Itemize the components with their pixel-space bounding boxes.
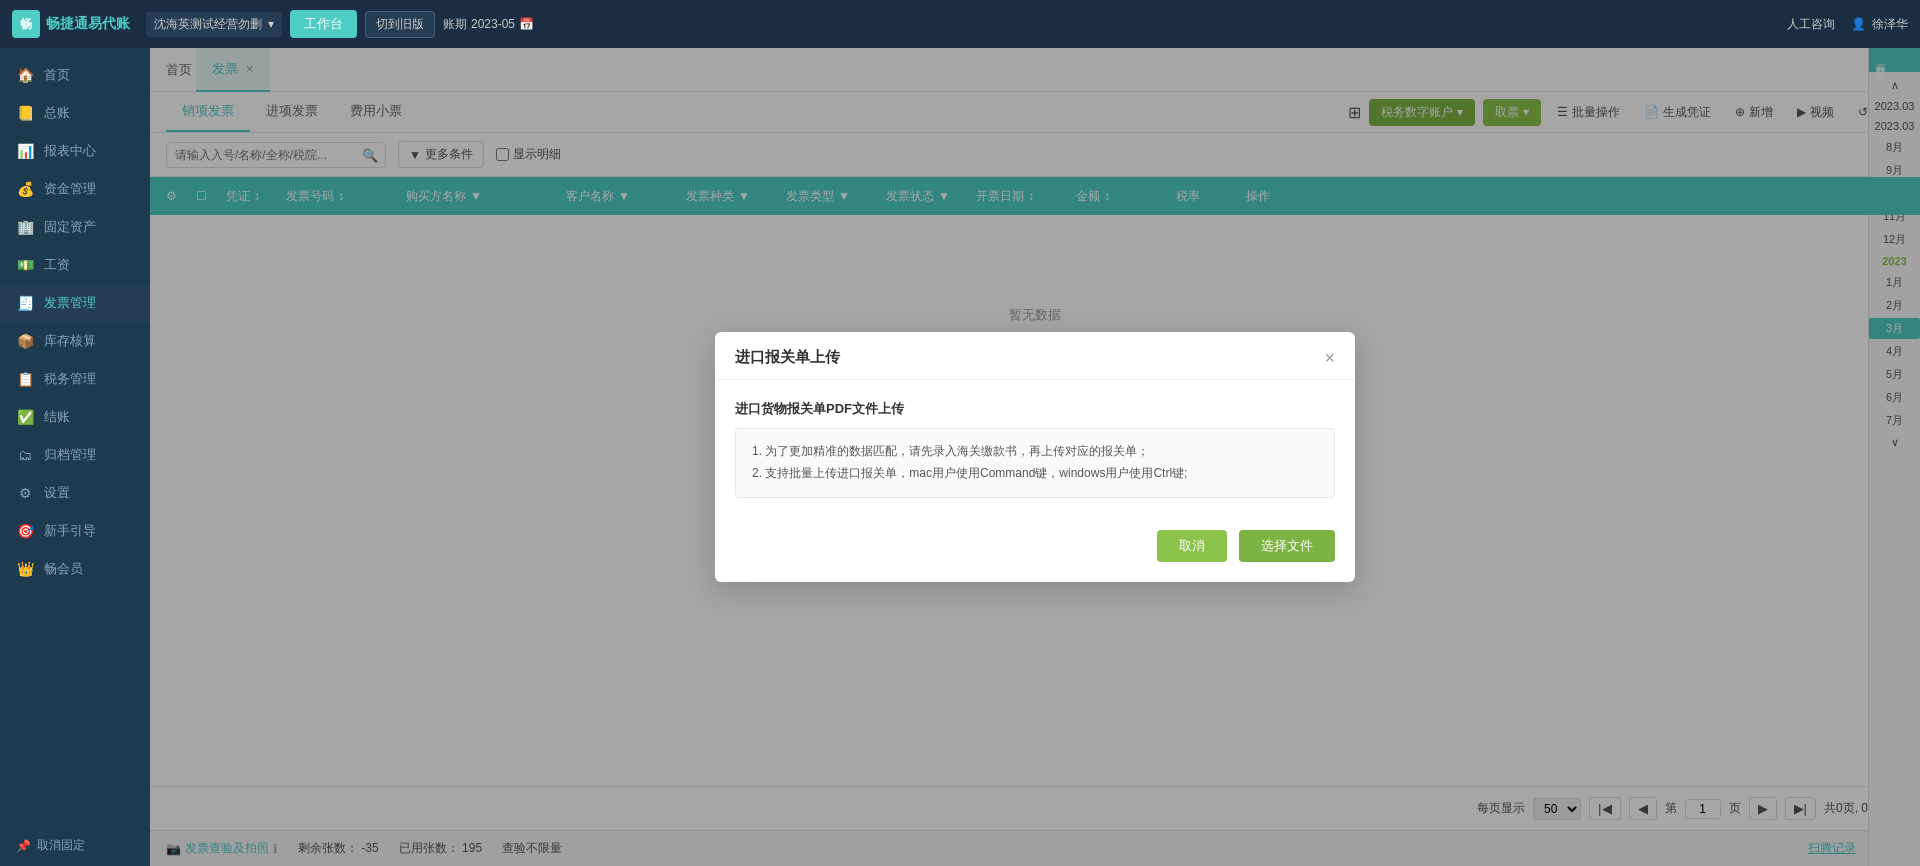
sidebar-item-guide[interactable]: 🎯 新手引导 [0,512,150,550]
sidebar-item-closing-label: 结账 [44,408,70,426]
cancel-fixed-label: 取消固定 [37,837,85,854]
modal-footer: 取消 选择文件 [715,518,1355,582]
calendar-icon: 📅 [519,17,534,31]
sidebar-item-vip-label: 畅会员 [44,560,83,578]
app-logo-icon: 畅 [12,10,40,38]
invoice-icon: 🧾 [16,295,34,311]
modal-body: 进口货物报关单PDF文件上传 1. 为了更加精准的数据匹配，请先录入海关缴款书，… [715,380,1355,517]
modal-section-title: 进口货物报关单PDF文件上传 [735,400,1335,418]
sidebar-item-reports-label: 报表中心 [44,142,96,160]
sidebar-item-archive-label: 归档管理 [44,446,96,464]
sidebar-item-ledger[interactable]: 📒 总账 [0,94,150,132]
user-name: 徐泽华 [1872,16,1908,33]
modal-info-item-2: 2. 支持批量上传进口报关单，mac用户使用Command键，windows用户… [752,463,1318,485]
sidebar-item-guide-label: 新手引导 [44,522,96,540]
sidebar-item-inventory[interactable]: 📦 库存核算 [0,322,150,360]
sidebar-item-inventory-label: 库存核算 [44,332,96,350]
sidebar-item-closing[interactable]: ✅ 结账 [0,398,150,436]
period-value: 2023-05 [471,17,515,31]
app-container: 畅 畅捷通易代账 沈海英测试经营勿删 ▾ 工作台 切到旧版 账期 2023-05… [0,0,1920,866]
tax-icon: 📋 [16,371,34,387]
modal-info-item-1: 1. 为了更加精准的数据匹配，请先录入海关缴款书，再上传对应的报关单； [752,441,1318,463]
content-area: 首页 发票 × 销项发票 进项发票 费用小票 ⊞ [150,48,1920,866]
sidebar-item-tax[interactable]: 📋 税务管理 [0,360,150,398]
sidebar-item-assets[interactable]: 🏢 固定资产 [0,208,150,246]
app-logo-text: 畅捷通易代账 [46,15,130,33]
sidebar-item-settings-label: 设置 [44,484,70,502]
ledger-icon: 📒 [16,105,34,121]
sidebar: 🏠 首页 📒 总账 📊 报表中心 💰 资金管理 🏢 固定资产 💵 工资 [0,48,150,866]
modal-select-file-button[interactable]: 选择文件 [1239,530,1335,562]
sidebar-item-reports[interactable]: 📊 报表中心 [0,132,150,170]
sidebar-item-funds[interactable]: 💰 资金管理 [0,170,150,208]
modal-title: 进口报关单上传 [735,348,840,367]
cancel-fixed-button[interactable]: 📌 取消固定 [16,837,134,854]
sidebar-item-home[interactable]: 🏠 首页 [0,56,150,94]
sidebar-item-payroll[interactable]: 💵 工资 [0,246,150,284]
modal-cancel-button[interactable]: 取消 [1157,530,1227,562]
main-area: 🏠 首页 📒 总账 📊 报表中心 💰 资金管理 🏢 固定资产 💵 工资 [0,48,1920,866]
sidebar-item-funds-label: 资金管理 [44,180,96,198]
sidebar-item-assets-label: 固定资产 [44,218,96,236]
sidebar-item-home-label: 首页 [44,66,70,84]
closing-icon: ✅ [16,409,34,425]
guide-icon: 🎯 [16,523,34,539]
top-bar: 畅 畅捷通易代账 沈海英测试经营勿删 ▾ 工作台 切到旧版 账期 2023-05… [0,0,1920,48]
period-info: 账期 2023-05 📅 [443,16,534,33]
sidebar-item-vip[interactable]: 👑 畅会员 [0,550,150,588]
company-dropdown-icon: ▾ [268,17,274,31]
archive-icon: 🗂 [16,447,34,463]
assets-icon: 🏢 [16,219,34,235]
import-customs-modal: 进口报关单上传 × 进口货物报关单PDF文件上传 1. 为了更加精准的数据匹配，… [715,332,1355,581]
reports-icon: 📊 [16,143,34,159]
user-info: 👤 徐泽华 [1851,16,1908,33]
sidebar-item-invoice[interactable]: 🧾 发票管理 [0,284,150,322]
modal-header: 进口报关单上传 × [715,332,1355,380]
support-link[interactable]: 人工咨询 [1787,16,1835,33]
modal-overlay: 进口报关单上传 × 进口货物报关单PDF文件上传 1. 为了更加精准的数据匹配，… [150,48,1920,866]
workbench-button[interactable]: 工作台 [290,10,357,38]
sidebar-item-invoice-label: 发票管理 [44,294,96,312]
payroll-icon: 💵 [16,257,34,273]
app-logo: 畅 畅捷通易代账 [12,10,130,38]
company-selector[interactable]: 沈海英测试经营勿删 ▾ [146,12,282,37]
pin-icon: 📌 [16,839,31,853]
sidebar-item-tax-label: 税务管理 [44,370,96,388]
period-label: 账期 [443,16,467,33]
switch-version-button[interactable]: 切到旧版 [365,11,435,38]
top-right: 人工咨询 👤 徐泽华 [1787,16,1908,33]
sidebar-item-archive[interactable]: 🗂 归档管理 [0,436,150,474]
user-avatar-icon: 👤 [1851,17,1866,31]
sidebar-bottom: 📌 取消固定 [0,824,150,866]
sidebar-item-settings[interactable]: ⚙ 设置 [0,474,150,512]
vip-icon: 👑 [16,561,34,577]
inventory-icon: 📦 [16,333,34,349]
settings-icon: ⚙ [16,485,34,501]
sidebar-item-ledger-label: 总账 [44,104,70,122]
modal-close-button[interactable]: × [1324,349,1335,367]
home-icon: 🏠 [16,67,34,83]
company-name: 沈海英测试经营勿删 [154,16,262,33]
modal-info-box: 1. 为了更加精准的数据匹配，请先录入海关缴款书，再上传对应的报关单； 2. 支… [735,428,1335,497]
funds-icon: 💰 [16,181,34,197]
sidebar-item-payroll-label: 工资 [44,256,70,274]
